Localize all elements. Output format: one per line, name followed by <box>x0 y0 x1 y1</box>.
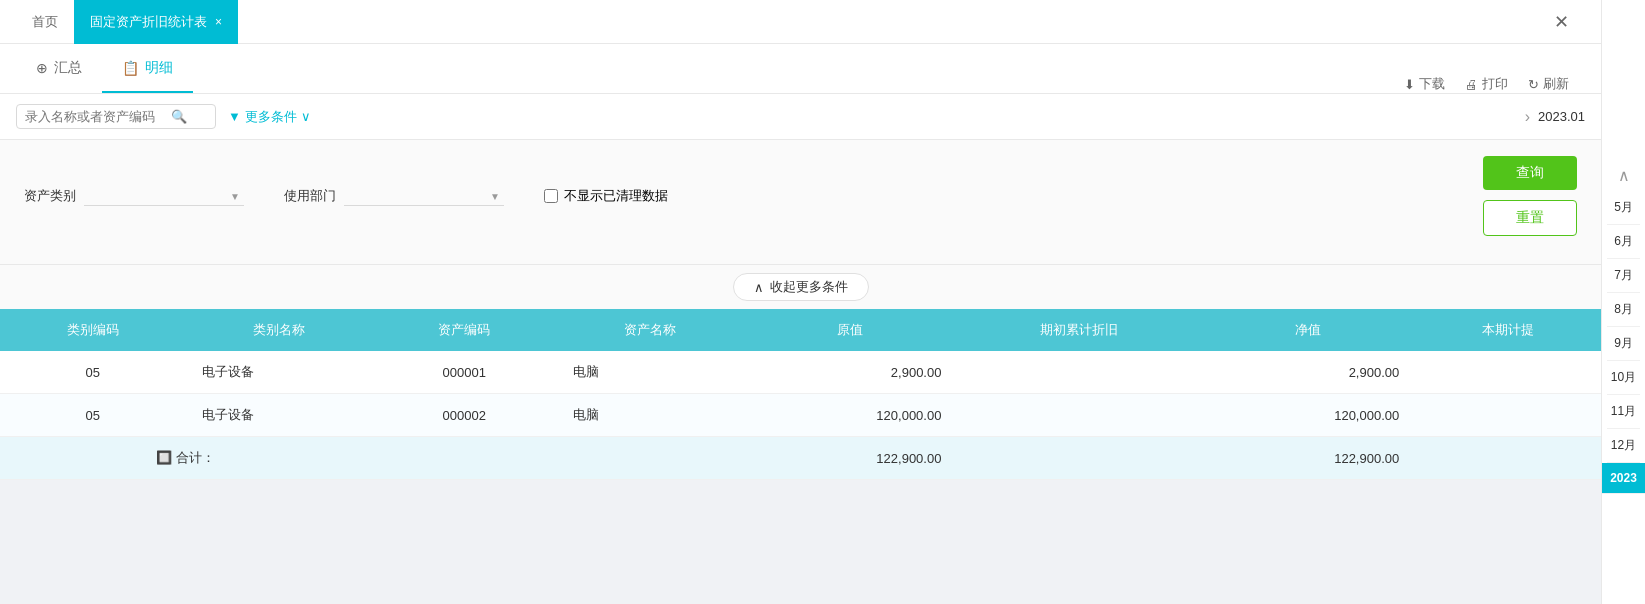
download-button[interactable]: ⬇ 下载 <box>1404 75 1445 93</box>
department-field: 使用部门 ▼ <box>284 186 504 206</box>
cell-asset-code: 000002 <box>371 394 557 437</box>
asset-category-label: 资产类别 <box>24 187 76 205</box>
refresh-icon: ↻ <box>1528 77 1539 92</box>
cell-net-value: 120,000.00 <box>1201 394 1416 437</box>
col-original-value: 原值 <box>743 309 958 351</box>
tab-bar: ⊕ 汇总 📋 明细 ⬇ 下载 🖨 打印 ↻ 刷新 <box>0 44 1601 94</box>
cell-current-period <box>1415 394 1601 437</box>
department-label: 使用部门 <box>284 187 336 205</box>
month-item[interactable]: 9月 <box>1607 327 1640 361</box>
year-badge[interactable]: 2023 <box>1602 463 1645 494</box>
month-item[interactable]: 5月 <box>1607 191 1640 225</box>
total-label: 🔲合计： <box>0 437 371 480</box>
month-item[interactable]: 11月 <box>1607 395 1640 429</box>
detail-tab-label: 明细 <box>145 59 173 77</box>
detail-icon: 📋 <box>122 60 139 76</box>
print-label: 打印 <box>1482 75 1508 93</box>
table-row: 05 电子设备 000001 电脑 2,900.00 2,900.00 <box>0 351 1601 394</box>
month-item[interactable]: 10月 <box>1607 361 1640 395</box>
more-conditions-button[interactable]: ▼ 更多条件 ∨ <box>228 108 311 126</box>
cell-net-value: 2,900.00 <box>1201 351 1416 394</box>
scroll-up-button[interactable]: ∧ <box>1612 160 1636 191</box>
col-asset-name: 资产名称 <box>557 309 743 351</box>
total-current-period <box>1415 437 1601 480</box>
col-category-code: 类别编码 <box>0 309 186 351</box>
reset-button[interactable]: 重置 <box>1483 200 1577 236</box>
cell-category-code: 05 <box>0 394 186 437</box>
search-icon[interactable]: 🔍 <box>171 109 187 124</box>
col-asset-code: 资产编码 <box>371 309 557 351</box>
department-select[interactable] <box>344 186 504 206</box>
search-wrap: 🔍 <box>16 104 216 129</box>
collapse-label: 收起更多条件 <box>770 278 848 296</box>
summary-tab-label: 汇总 <box>54 59 82 77</box>
hide-cleared-field: 不显示已清理数据 <box>544 187 668 205</box>
cell-original-value: 2,900.00 <box>743 351 958 394</box>
advanced-filter: 资产类别 ▼ 使用部门 ▼ 不显示已清理数 <box>0 140 1601 265</box>
month-item[interactable]: 8月 <box>1607 293 1640 327</box>
cell-category-name: 电子设备 <box>186 351 372 394</box>
window-close-button[interactable]: ✕ <box>1538 11 1585 33</box>
download-icon: ⬇ <box>1404 77 1415 92</box>
cell-category-code: 05 <box>0 351 186 394</box>
filter-icon: ▼ <box>228 109 241 124</box>
col-current-period: 本期计提 <box>1415 309 1601 351</box>
col-net-value: 净值 <box>1201 309 1416 351</box>
asset-category-select[interactable] <box>84 186 244 206</box>
cell-asset-name: 电脑 <box>557 351 743 394</box>
cell-original-value: 120,000.00 <box>743 394 958 437</box>
date-display: 2023.01 <box>1538 109 1585 124</box>
search-input[interactable] <box>25 109 165 124</box>
total-original-value: 122,900.00 <box>743 437 958 480</box>
table-header-row: 类别编码 类别名称 资产编码 资产名称 原值 期初累计折旧 净值 本期计提 <box>0 309 1601 351</box>
cell-accumulated-depreciation <box>957 351 1200 394</box>
month-item[interactable]: 12月 <box>1607 429 1640 463</box>
total-accumulated-depreciation <box>957 437 1200 480</box>
total-net-value: 122,900.00 <box>1201 437 1416 480</box>
total-spacer1 <box>371 437 557 480</box>
filter-bar: 🔍 ▼ 更多条件 ∨ › 2023.01 <box>0 94 1601 140</box>
table-row: 05 电子设备 000002 电脑 120,000.00 120,000.00 <box>0 394 1601 437</box>
total-row: 🔲合计： 122,900.00 122,900.00 <box>0 437 1601 480</box>
total-spacer2 <box>557 437 743 480</box>
filter-actions: 查询 重置 <box>1483 156 1577 236</box>
month-item[interactable]: 7月 <box>1607 259 1640 293</box>
chevron-down-icon: ∨ <box>301 109 311 124</box>
collapse-row: ∧ 收起更多条件 <box>0 265 1601 309</box>
expand-arrow[interactable]: › <box>1525 108 1530 126</box>
data-table-wrap: 类别编码 类别名称 资产编码 资产名称 原值 期初累计折旧 净值 本期计提 05… <box>0 309 1601 604</box>
col-accumulated-depreciation: 期初累计折旧 <box>957 309 1200 351</box>
summary-icon: ⊕ <box>36 60 48 76</box>
cell-asset-code: 000001 <box>371 351 557 394</box>
hide-cleared-checkbox[interactable] <box>544 189 558 203</box>
tab-label: 固定资产折旧统计表 <box>90 13 207 31</box>
cell-asset-name: 电脑 <box>557 394 743 437</box>
refresh-label: 刷新 <box>1543 75 1569 93</box>
hide-cleared-label: 不显示已清理数据 <box>564 187 668 205</box>
total-icon: 🔲 <box>156 450 172 465</box>
more-conditions-label: 更多条件 <box>245 108 297 126</box>
tab-summary[interactable]: ⊕ 汇总 <box>16 44 102 93</box>
asset-category-field: 资产类别 ▼ <box>24 186 244 206</box>
refresh-button[interactable]: ↻ 刷新 <box>1528 75 1569 93</box>
print-button[interactable]: 🖨 打印 <box>1465 75 1508 93</box>
download-label: 下载 <box>1419 75 1445 93</box>
col-category-name: 类别名称 <box>186 309 372 351</box>
data-table: 类别编码 类别名称 资产编码 资产名称 原值 期初累计折旧 净值 本期计提 05… <box>0 309 1601 480</box>
cell-current-period <box>1415 351 1601 394</box>
active-tab[interactable]: 固定资产折旧统计表 × <box>74 0 238 44</box>
home-nav[interactable]: 首页 <box>16 13 74 31</box>
month-item[interactable]: 6月 <box>1607 225 1640 259</box>
print-icon: 🖨 <box>1465 77 1478 92</box>
query-button[interactable]: 查询 <box>1483 156 1577 190</box>
tab-detail[interactable]: 📋 明细 <box>102 44 193 93</box>
tab-close-icon[interactable]: × <box>215 15 222 29</box>
cell-category-name: 电子设备 <box>186 394 372 437</box>
chevron-up-icon: ∧ <box>754 280 764 295</box>
right-sidebar: ∧ 5月6月7月8月9月10月11月12月 2023 <box>1601 0 1645 604</box>
cell-accumulated-depreciation <box>957 394 1200 437</box>
collapse-button[interactable]: ∧ 收起更多条件 <box>733 273 869 301</box>
